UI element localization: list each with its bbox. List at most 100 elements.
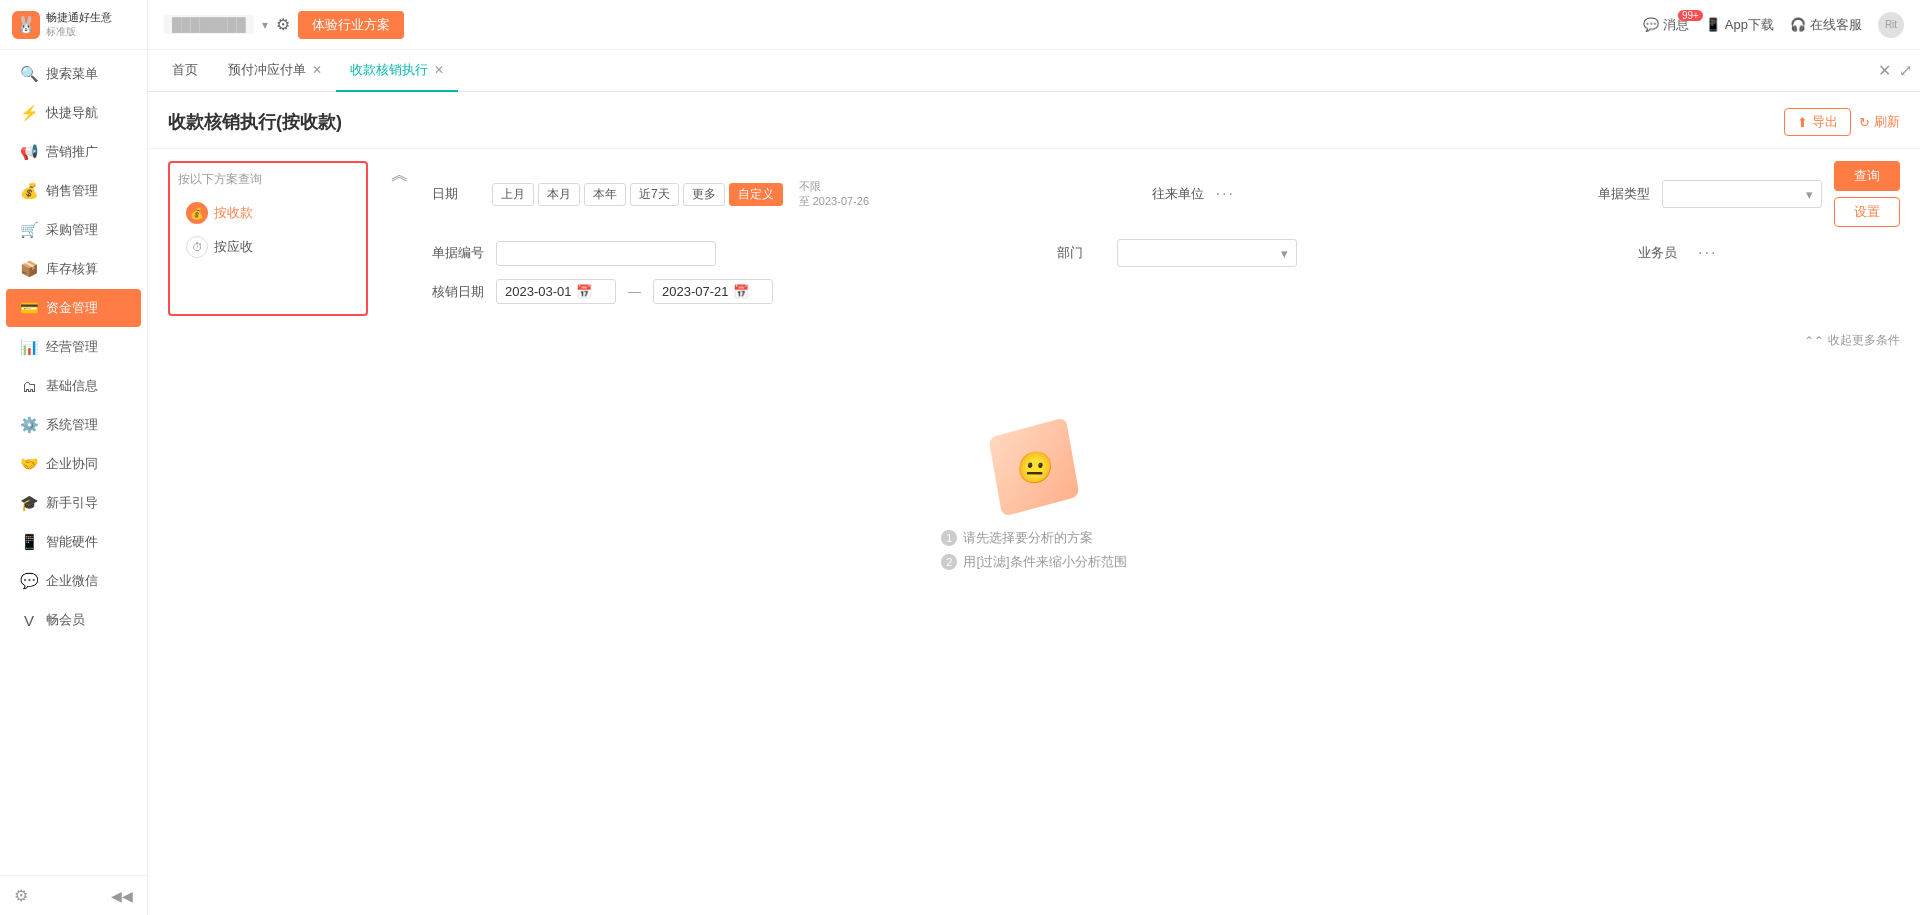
sidebar-item-0[interactable]: 🔍 搜索菜单 xyxy=(6,55,141,93)
writeoff-date-end[interactable]: 2023-07-21 📅 xyxy=(653,279,773,304)
export-icon: ⬆ xyxy=(1797,115,1808,130)
sidebar-item-14[interactable]: V 畅会员 xyxy=(6,601,141,639)
date-this-month-btn[interactable]: 本月 xyxy=(538,183,580,206)
counterparty-input[interactable]: ··· xyxy=(1216,185,1316,203)
sidebar-item-1[interactable]: ⚡ 快捷导航 xyxy=(6,94,141,132)
date-last-7-days-btn[interactable]: 近7天 xyxy=(630,183,679,206)
sidebar-item-10[interactable]: 🤝 企业协同 xyxy=(6,445,141,483)
sidebar-item-12[interactable]: 📱 智能硬件 xyxy=(6,523,141,561)
topbar-right: 💬 消息 99+ 📱 App下载 🎧 在线客服 Rit xyxy=(1643,12,1904,38)
sidebar-item-5[interactable]: 📦 库存核算 xyxy=(6,250,141,288)
refresh-icon: ↻ xyxy=(1859,115,1870,130)
nav-label-2: 营销推广 xyxy=(46,143,98,161)
app-download-btn[interactable]: 📱 App下载 xyxy=(1705,16,1774,34)
user-avatar[interactable]: Rit xyxy=(1878,12,1904,38)
tab-home[interactable]: 首页 xyxy=(156,50,214,92)
nav-label-10: 企业协同 xyxy=(46,455,98,473)
empty-state: 😐 1 请先选择要分析的方案 2 用[过滤]条件来缩小分析范围 xyxy=(148,357,1920,631)
calendar-icon-end: 📅 xyxy=(733,284,749,299)
tab-close-0[interactable]: ✕ xyxy=(312,63,322,77)
tip-text-2: 用[过滤]条件来缩小分析范围 xyxy=(963,553,1126,571)
writeoff-date-label: 核销日期 xyxy=(432,283,484,301)
tab-label-0: 预付冲应付单 xyxy=(228,61,306,79)
page-header: 收款核销执行(按收款) ⬆ 导出 ↻ 刷新 xyxy=(148,92,1920,149)
logo-name: 畅捷通好生意 xyxy=(46,10,112,24)
nav-icon-14: V xyxy=(20,612,38,629)
filter-option-by-receivable[interactable]: ⏱ 按应收 xyxy=(178,230,358,264)
sidebar-item-7[interactable]: 📊 经营管理 xyxy=(6,328,141,366)
sidebar-item-8[interactable]: 🗂 基础信息 xyxy=(6,367,141,405)
sidebar-item-3[interactable]: 💰 销售管理 xyxy=(6,172,141,210)
sidebar-item-4[interactable]: 🛒 采购管理 xyxy=(6,211,141,249)
voucher-no-input[interactable] xyxy=(496,241,716,266)
nav-label-12: 智能硬件 xyxy=(46,533,98,551)
industry-btn[interactable]: 体验行业方案 xyxy=(298,11,404,39)
sidebar-item-2[interactable]: 📢 营销推广 xyxy=(6,133,141,171)
app-download-label: App下载 xyxy=(1725,16,1774,34)
date-more-btn[interactable]: 更多 xyxy=(683,183,725,206)
voucher-type-label: 单据类型 xyxy=(1598,185,1650,203)
salesperson-input[interactable]: ··· xyxy=(1698,244,1798,262)
tip-num-1: 1 xyxy=(941,530,957,546)
app-icon: 📱 xyxy=(1705,17,1721,32)
chevron-down-icon[interactable]: ▾ xyxy=(262,18,268,32)
nav-label-13: 企业微信 xyxy=(46,572,98,590)
export-btn[interactable]: ⬆ 导出 xyxy=(1784,108,1851,136)
main-area: ████████ ▾ ⚙ 体验行业方案 💬 消息 99+ 📱 App下载 🎧 在… xyxy=(148,0,1920,915)
gear-icon-top[interactable]: ⚙ xyxy=(276,15,290,34)
tab-bar-actions: ✕ ⤢ xyxy=(1878,61,1912,80)
message-btn[interactable]: 💬 消息 99+ xyxy=(1643,16,1689,34)
close-tab-btn[interactable]: ✕ xyxy=(1878,61,1891,80)
sidebar-item-6[interactable]: 💳 资金管理 xyxy=(6,289,141,327)
sidebar-item-13[interactable]: 💬 企业微信 xyxy=(6,562,141,600)
tab-item-1[interactable]: 收款核销执行 ✕ xyxy=(336,50,458,92)
collapse-sidebar-btn[interactable]: ◀◀ xyxy=(111,888,133,904)
writeoff-date-start-value: 2023-03-01 xyxy=(505,284,572,299)
refresh-btn[interactable]: ↻ 刷新 xyxy=(1859,108,1900,136)
collapse-more-btn[interactable]: ⌃⌃ 收起更多条件 xyxy=(148,328,1920,357)
header-actions: ⬆ 导出 ↻ 刷新 xyxy=(1784,108,1900,136)
service-btn[interactable]: 🎧 在线客服 xyxy=(1790,16,1862,34)
empty-text: 1 请先选择要分析的方案 2 用[过滤]条件来缩小分析范围 xyxy=(941,529,1126,571)
date-this-year-btn[interactable]: 本年 xyxy=(584,183,626,206)
date-separator: — xyxy=(628,284,641,299)
nav-icon-11: 🎓 xyxy=(20,494,38,512)
collapse-icon: ⌃⌃ xyxy=(1804,334,1824,348)
nav-label-6: 资金管理 xyxy=(46,299,98,317)
tab-item-0[interactable]: 预付冲应付单 ✕ xyxy=(214,50,336,92)
query-btn[interactable]: 查询 xyxy=(1834,161,1900,191)
sidebar-item-11[interactable]: 🎓 新手引导 xyxy=(6,484,141,522)
date-to-display: 至 2023-07-26 xyxy=(799,194,869,209)
department-chevron: ▾ xyxy=(1281,246,1288,261)
writeoff-date-end-value: 2023-07-21 xyxy=(662,284,729,299)
nav-label-0: 搜索菜单 xyxy=(46,65,98,83)
writeoff-date-start[interactable]: 2023-03-01 📅 xyxy=(496,279,616,304)
voucher-type-select[interactable]: ▾ xyxy=(1662,180,1822,208)
sidebar-bottom: ⚙ ◀◀ xyxy=(0,875,147,915)
salesperson-label: 业务员 xyxy=(1638,244,1686,262)
page-content: 收款核销执行(按收款) ⬆ 导出 ↻ 刷新 按以下方案查询 xyxy=(148,92,1920,915)
department-select[interactable]: ▾ xyxy=(1117,239,1297,267)
settings-icon[interactable]: ⚙ xyxy=(14,886,28,905)
filter-collapse-btn[interactable]: 《 xyxy=(384,165,416,173)
date-last-month-btn[interactable]: 上月 xyxy=(492,183,534,206)
date-quick-btns: 上月 本月 本年 近7天 更多 自定义 xyxy=(492,183,783,206)
logo-area: 🐰 畅捷通好生意 标准版 xyxy=(0,0,147,50)
empty-tip-1: 1 请先选择要分析的方案 xyxy=(941,529,1126,547)
date-custom-btn[interactable]: 自定义 xyxy=(729,183,783,206)
filter-option-by-receipt[interactable]: 💰 按收款 xyxy=(178,196,358,230)
collapse-more-label: 收起更多条件 xyxy=(1828,332,1900,349)
btn-col: 查询 设置 xyxy=(1834,161,1900,227)
tab-close-1[interactable]: ✕ xyxy=(434,63,444,77)
nav-icon-2: 📢 xyxy=(20,143,38,161)
expand-tab-btn[interactable]: ⤢ xyxy=(1899,61,1912,80)
page-inner: 收款核销执行(按收款) ⬆ 导出 ↻ 刷新 按以下方案查询 xyxy=(148,92,1920,915)
settings-form-btn[interactable]: 设置 xyxy=(1834,197,1900,227)
nav-icon-12: 📱 xyxy=(20,533,38,551)
counterparty-label: 往来单位 xyxy=(1152,185,1204,203)
nav-label-4: 采购管理 xyxy=(46,221,98,239)
nav-label-8: 基础信息 xyxy=(46,377,98,395)
sidebar-item-9[interactable]: ⚙️ 系统管理 xyxy=(6,406,141,444)
query-form: 日期 上月 本月 本年 近7天 更多 自定义 xyxy=(432,161,1900,316)
voucher-type-chevron: ▾ xyxy=(1806,187,1813,202)
